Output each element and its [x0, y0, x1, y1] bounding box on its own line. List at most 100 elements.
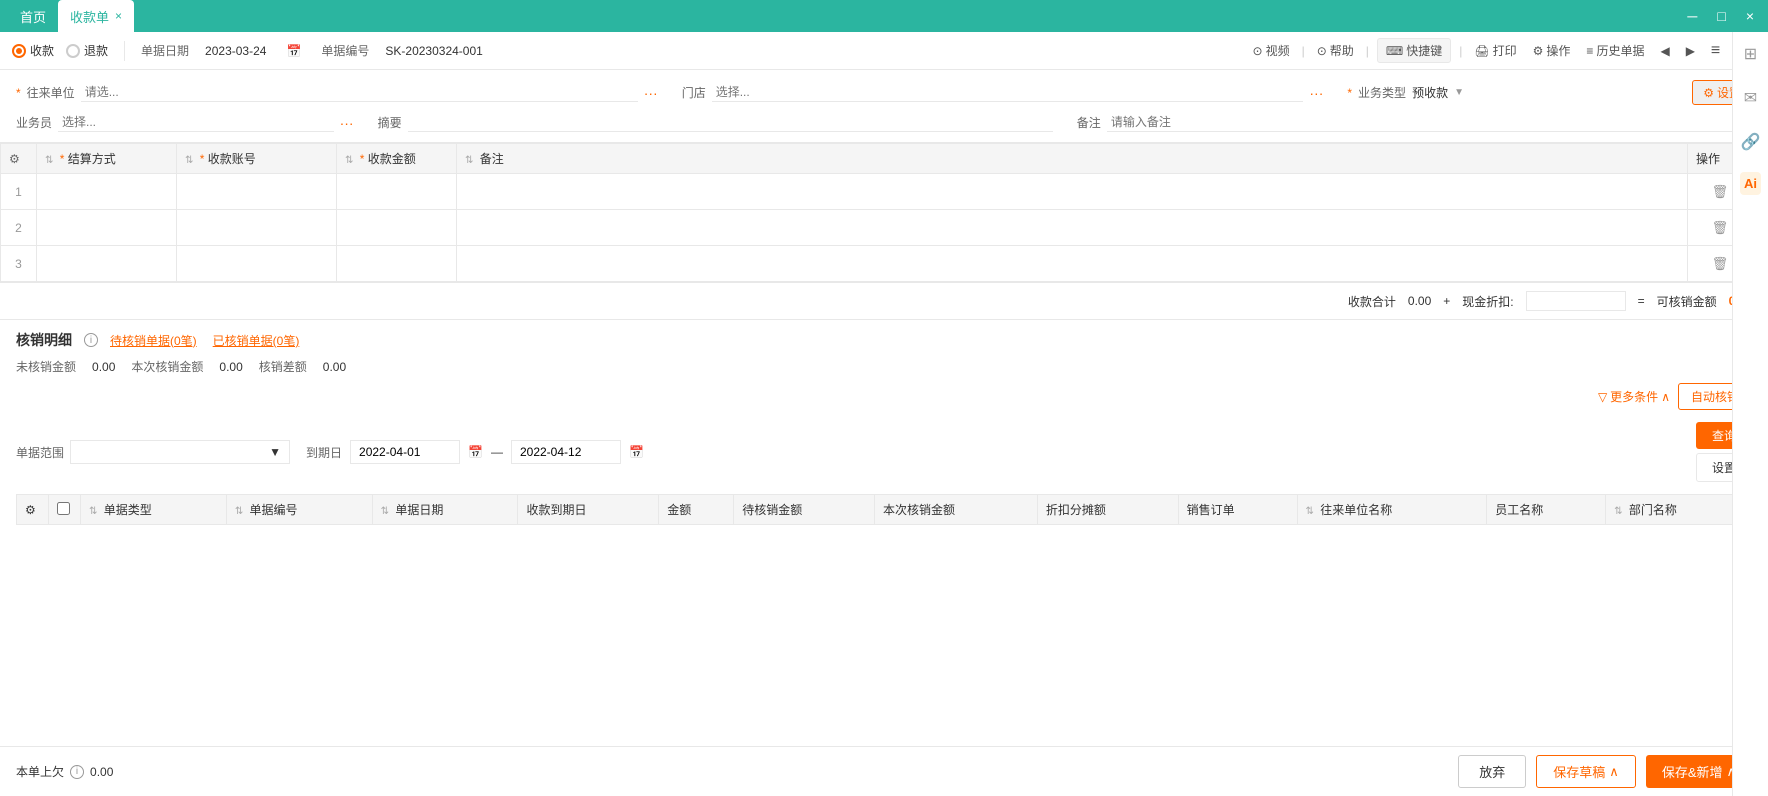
help-btn[interactable]: ⊙ 帮助	[1313, 40, 1358, 61]
tab-home[interactable]: 首页	[8, 0, 58, 32]
list-view-btn[interactable]: ≡	[1707, 40, 1724, 62]
range-select[interactable]: ▼	[70, 440, 290, 464]
radio-refund-label: 退款	[84, 42, 108, 59]
nav-right-btn[interactable]: ▶	[1682, 42, 1699, 60]
delete-icon-1[interactable]: 🗑	[1712, 184, 1729, 200]
shop-more-btn[interactable]: ···	[1309, 85, 1323, 101]
verify-header: 核销明细 i 待核销单据(0笔) 已核销单据(0笔)	[16, 330, 1752, 350]
pending-tab[interactable]: 待核销单据(0笔)	[110, 332, 197, 349]
salesman-input[interactable]	[58, 113, 334, 132]
settle-sort[interactable]: ⇅	[45, 155, 53, 166]
main-content: 收款 退款 单据日期 2023-03-24 📅 单据编号 SK-20230324…	[0, 32, 1768, 796]
shortcut-btn[interactable]: ⌨ 快捷键	[1377, 38, 1451, 63]
sidebar-email-icon[interactable]: ✉	[1740, 84, 1761, 112]
gear-header[interactable]: ⚙	[1, 144, 37, 174]
discount-input[interactable]	[1526, 291, 1626, 311]
calendar-icon[interactable]: 📅	[282, 42, 305, 60]
account-required: *	[200, 152, 205, 166]
prev-info-icon[interactable]: i	[70, 765, 84, 779]
table-gear-icon[interactable]: ⚙	[9, 152, 20, 166]
delete-icon-3[interactable]: 🗑	[1712, 256, 1729, 272]
partner-more-btn[interactable]: ···	[644, 85, 658, 101]
account-cell-3[interactable]	[177, 246, 337, 282]
note-cell-2[interactable]	[457, 210, 1688, 246]
calendar-to-icon[interactable]: 📅	[629, 445, 644, 459]
table-gear-icon-2[interactable]: ⚙	[25, 503, 36, 517]
salesman-more-btn[interactable]: ···	[340, 115, 354, 131]
unverified-value: 0.00	[92, 360, 115, 374]
biz-type-arrow[interactable]: ▼	[1454, 87, 1464, 98]
partner-name-header: ⇅ 往来单位名称	[1297, 495, 1487, 525]
account-sort[interactable]: ⇅	[185, 155, 193, 166]
verify-info-icon[interactable]: i	[84, 333, 98, 347]
account-cell-1[interactable]	[177, 174, 337, 210]
chevron-up-icon: ∧	[1661, 390, 1670, 404]
amount-cell-3[interactable]	[337, 246, 457, 282]
tab-close-icon[interactable]: ×	[115, 9, 122, 23]
operation-btn[interactable]: ⚙ 操作	[1529, 40, 1575, 61]
verify-filter-row: ▽ 更多条件 ∧ 自动核销	[16, 383, 1752, 410]
range-label: 单据范围	[16, 444, 64, 461]
partner-field: * 往来单位 ···	[16, 83, 658, 102]
amount-header: ⇅ * 收款金额	[337, 144, 457, 174]
print-btn[interactable]: 🖨 打印	[1470, 40, 1520, 61]
table-row: 1 🗑 ⧉	[1, 174, 1768, 210]
more-conditions-btn[interactable]: ▽ 更多条件 ∧	[1598, 388, 1670, 405]
tab-receipt[interactable]: 收款单 ×	[58, 0, 134, 32]
calendar-from-icon[interactable]: 📅	[468, 445, 483, 459]
sidebar-table-icon[interactable]: ⊞	[1740, 40, 1761, 68]
save-draft-btn[interactable]: 保存草稿 ∧	[1536, 755, 1636, 788]
select-all-header	[49, 495, 81, 525]
amount-sort[interactable]: ⇅	[345, 155, 353, 166]
amount-cell-1[interactable]	[337, 174, 457, 210]
video-btn[interactable]: ⊙ 视频	[1249, 40, 1294, 61]
settle-cell-3[interactable]	[37, 246, 177, 282]
radio-refund[interactable]: 退款	[66, 42, 108, 59]
table-row: 3 🗑 ⧉	[1, 246, 1768, 282]
plus-sign: +	[1443, 294, 1450, 308]
amount-cell-2[interactable]	[337, 210, 457, 246]
form-row-1: * 往来单位 ··· 门店 ··· * 业务类型 预收款 ▼ ⚙ 设置	[16, 80, 1752, 105]
verified-tab[interactable]: 已核销单据(0笔)	[213, 332, 300, 349]
nav-left-btn[interactable]: ◀	[1656, 42, 1673, 60]
unverified-label: 未核销金额	[16, 358, 76, 375]
sidebar-attachment-icon[interactable]: 🔗	[1737, 128, 1765, 156]
delete-icon-2[interactable]: 🗑	[1712, 220, 1729, 236]
account-cell-2[interactable]	[177, 210, 337, 246]
doc-type-header: ⇅ 单据类型	[81, 495, 227, 525]
sidebar-ai-icon[interactable]: Ai	[1740, 172, 1761, 195]
radio-refund-circle	[66, 44, 80, 58]
date-dash: —	[491, 445, 503, 459]
form-area: * 往来单位 ··· 门店 ··· * 业务类型 预收款 ▼ ⚙ 设置	[0, 70, 1768, 143]
settle-cell-2[interactable]	[37, 210, 177, 246]
history-btn[interactable]: ≡ 历史单据	[1582, 40, 1648, 61]
maximize-btn[interactable]: □	[1711, 6, 1731, 26]
tab-bar: 首页 收款单 × ─ □ ×	[0, 0, 1768, 32]
minimize-btn[interactable]: ─	[1681, 6, 1703, 26]
operation-icon: ⚙	[1533, 44, 1544, 58]
close-btn[interactable]: ×	[1740, 6, 1760, 26]
filter-right: ▽ 更多条件 ∧ 自动核销	[1598, 383, 1752, 410]
partner-input[interactable]	[81, 83, 638, 102]
draft-arrow-icon[interactable]: ∧	[1609, 764, 1619, 780]
summary-input[interactable]	[408, 113, 1053, 132]
settle-cell-1[interactable]	[37, 174, 177, 210]
abandon-btn[interactable]: 放弃	[1458, 755, 1526, 788]
line-items-table-wrap: ⚙ ⇅ * 结算方式 ⇅ * 收款账号 ⇅ * 收款	[0, 143, 1768, 283]
date-from-input[interactable]	[350, 440, 460, 464]
note-cell-1[interactable]	[457, 174, 1688, 210]
shop-label: 门店	[682, 84, 706, 101]
remark-input[interactable]	[1107, 113, 1752, 132]
history-icon: ≡	[1586, 44, 1593, 58]
shop-input[interactable]	[712, 83, 1304, 102]
note-cell-3[interactable]	[457, 246, 1688, 282]
range-arrow: ▼	[269, 445, 281, 459]
shop-field: 门店 ···	[682, 83, 1324, 102]
prev-label: 本单上欠	[16, 763, 64, 780]
due-date-header: 收款到期日	[518, 495, 659, 525]
select-all-checkbox[interactable]	[57, 502, 70, 515]
radio-receipt[interactable]: 收款	[12, 42, 54, 59]
summary-row: 收款合计 0.00 + 现金折扣: = 可核销金额 0.00	[0, 283, 1768, 320]
note-sort[interactable]: ⇅	[465, 155, 473, 166]
date-to-input[interactable]	[511, 440, 621, 464]
